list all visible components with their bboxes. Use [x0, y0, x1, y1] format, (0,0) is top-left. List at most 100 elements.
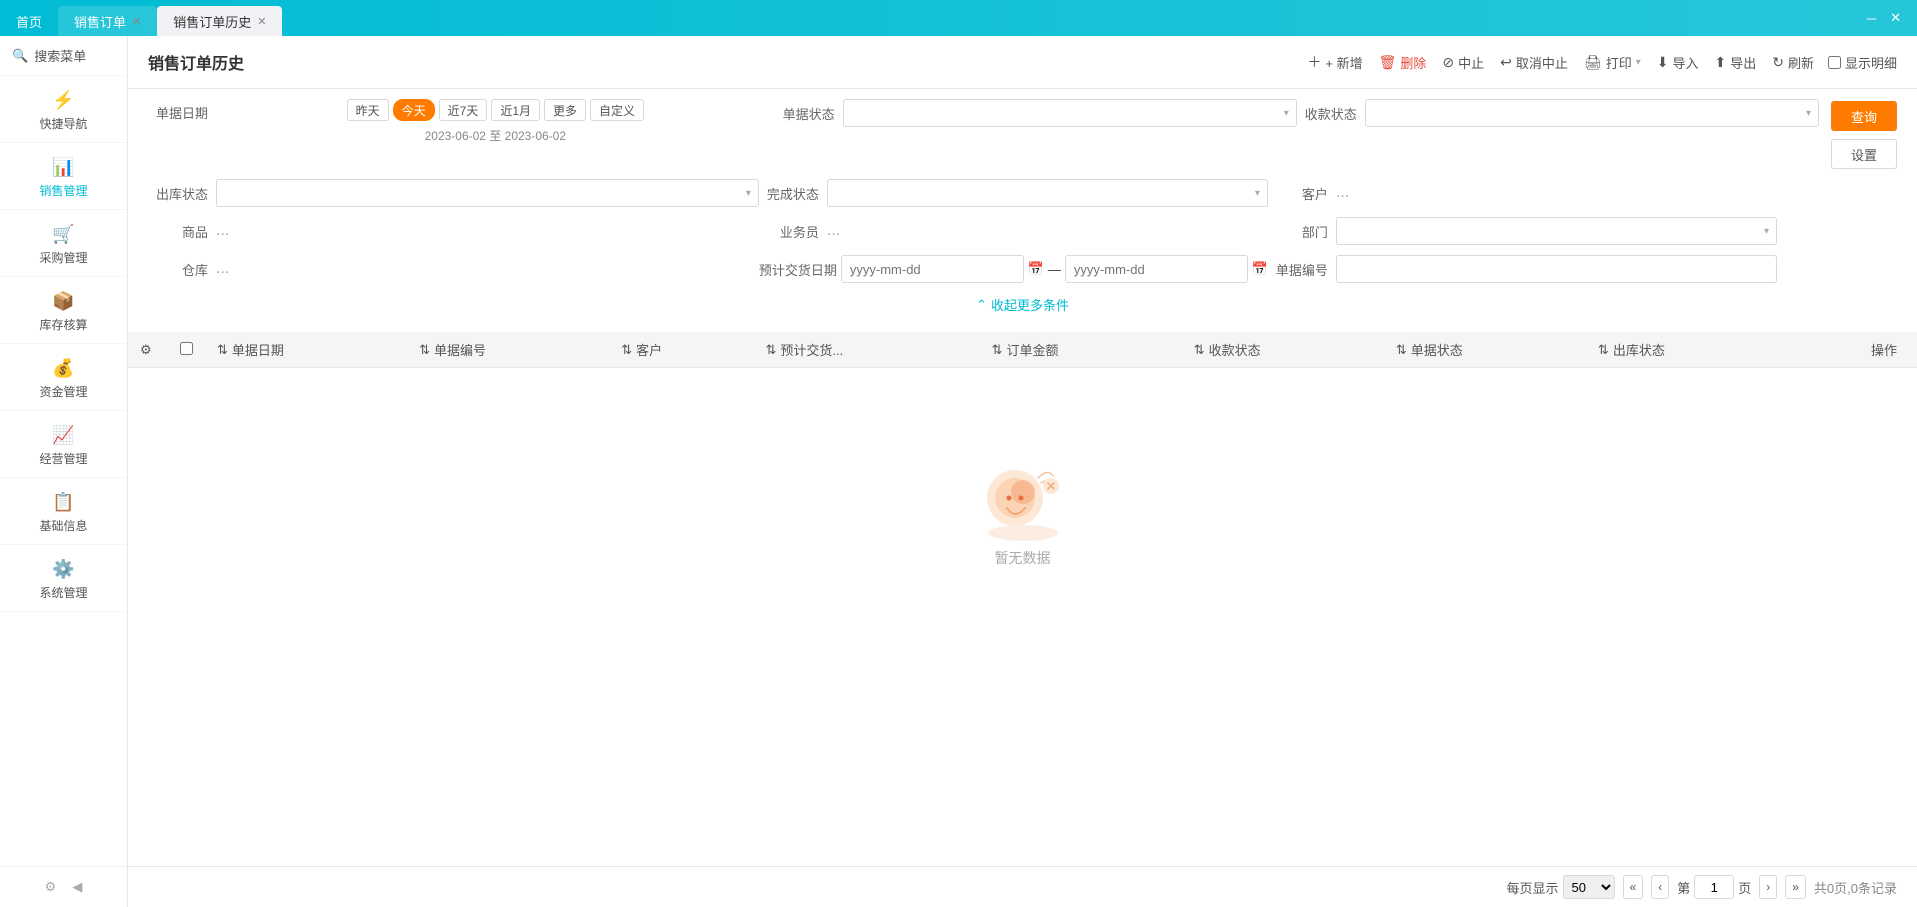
date-btn-7days[interactable]: 近7天: [439, 99, 488, 121]
sidebar-item-inventory-label: 库存核算: [39, 316, 87, 333]
refresh-label: 刷新: [1788, 53, 1814, 72]
page-input[interactable]: [1694, 875, 1734, 899]
page-unit: 页: [1738, 878, 1751, 897]
filter-outbound-item: 出库状态 ▾: [148, 179, 759, 207]
product-dots[interactable]: ...: [216, 222, 229, 240]
table-header-row: ⚙ ⇅单据日期 ⇅单据编号 ⇅客户 ⇅预计交货... ⇅订单金额 ⇅收款状态 ⇅…: [128, 332, 1917, 368]
sidebar-item-operations-label: 经营管理: [39, 450, 87, 467]
prev-page-btn[interactable]: ‹: [1651, 875, 1669, 899]
doc-status-select[interactable]: [843, 99, 1297, 127]
th-checkbox[interactable]: [168, 332, 205, 368]
sidebar-item-base-info[interactable]: 📋 基础信息: [0, 478, 127, 545]
sidebar-item-quick-nav[interactable]: ⚡ 快捷导航: [0, 76, 127, 143]
top-right-area: － ✕: [1865, 9, 1917, 28]
tab-sales-order-history[interactable]: 销售订单历史 ✕: [157, 6, 282, 36]
th-delivery-sort-icon[interactable]: ⇅: [765, 342, 776, 358]
th-amount-sort-icon[interactable]: ⇅: [992, 342, 1003, 358]
display-toggle[interactable]: 显示明细: [1828, 53, 1897, 72]
inventory-icon: 📦: [52, 291, 74, 312]
th-doc-status-sort-icon[interactable]: ⇅: [1396, 342, 1407, 358]
sidebar-item-sales-mgmt[interactable]: 📊 销售管理: [0, 143, 127, 210]
first-page-btn[interactable]: «: [1623, 875, 1644, 899]
salesperson-label: 业务员: [759, 222, 819, 241]
refresh-btn[interactable]: ↻ 刷新: [1770, 49, 1816, 76]
date-btn-custom[interactable]: 自定义: [590, 99, 644, 121]
operations-icon: 📈: [52, 425, 74, 446]
sidebar-collapse-icon[interactable]: ◀: [72, 879, 82, 895]
completion-select-wrapper: ▾: [827, 179, 1268, 207]
warehouse-dots[interactable]: ...: [216, 260, 229, 278]
sidebar-bottom: ⚙ ◀: [0, 866, 127, 907]
display-toggle-checkbox[interactable]: [1828, 56, 1841, 69]
refresh-icon: ↻: [1772, 54, 1784, 71]
tab-home[interactable]: 首页: [0, 6, 58, 36]
collapse-conditions-btn[interactable]: ⌃ 收起更多条件: [976, 293, 1069, 314]
window-close-btn[interactable]: ✕: [1890, 10, 1901, 26]
th-date-sort-icon[interactable]: ⇅: [217, 342, 228, 358]
customer-dots[interactable]: ...: [1336, 184, 1349, 202]
delivery-date-end-input[interactable]: [1065, 255, 1248, 283]
date-btn-1month[interactable]: 近1月: [491, 99, 540, 121]
tab-sales-order[interactable]: 销售订单 ✕: [58, 6, 157, 36]
warehouse-control: ...: [216, 260, 759, 278]
tab-sales-order-close[interactable]: ✕: [132, 15, 141, 28]
page-header: 销售订单历史 ＋ + 新增 🗑 删除 ⊘ 中止 ↩ 取消中止: [128, 36, 1917, 89]
window-minimize-btn[interactable]: －: [1865, 9, 1878, 28]
select-all-checkbox[interactable]: [180, 342, 193, 355]
th-customer-sort-icon[interactable]: ⇅: [621, 342, 632, 358]
cancel-stop-btn[interactable]: ↩ 取消中止: [1498, 49, 1570, 76]
doc-number-input[interactable]: [1336, 255, 1777, 283]
date-btn-today[interactable]: 今天: [393, 99, 435, 121]
date-btn-more[interactable]: 更多: [544, 99, 586, 121]
print-btn[interactable]: 🖨 打印 ▾: [1582, 49, 1643, 76]
doc-status-label: 单据状态: [775, 104, 835, 123]
receipt-status-select[interactable]: [1365, 99, 1819, 127]
finance-icon: 💰: [52, 358, 74, 379]
filter-warehouse-item: 仓库 ...: [148, 255, 759, 283]
filter-row-4: 仓库 ... 预计交货日期 📅 — 📅 单据编号: [148, 255, 1897, 283]
chevron-up-icon: ⌃: [976, 297, 987, 313]
date-btn-yesterday[interactable]: 昨天: [347, 99, 389, 121]
sidebar-item-inventory[interactable]: 📦 库存核算: [0, 277, 127, 344]
delivery-date-start-input[interactable]: [841, 255, 1024, 283]
per-page-item: 每页显示 50 20 100: [1507, 875, 1615, 899]
customer-control: ...: [1336, 184, 1777, 202]
dept-label: 部门: [1268, 222, 1328, 241]
outbound-select[interactable]: [216, 179, 759, 207]
tab-sales-order-history-close[interactable]: ✕: [257, 15, 266, 28]
sidebar-settings-icon[interactable]: ⚙: [45, 879, 57, 895]
th-outbound-sort-icon[interactable]: ⇅: [1598, 342, 1609, 358]
new-btn[interactable]: ＋ + 新增: [1305, 48, 1364, 76]
stop-btn[interactable]: ⊘ 中止: [1440, 49, 1486, 76]
sidebar-item-sys-mgmt[interactable]: ⚙️ 系统管理: [0, 545, 127, 612]
completion-select[interactable]: [827, 179, 1268, 207]
date-btn-group: 昨天 今天 近7天 近1月 更多 自定义: [347, 99, 644, 121]
dept-select[interactable]: [1336, 217, 1777, 245]
warehouse-label: 仓库: [148, 260, 208, 279]
new-label: + 新增: [1325, 53, 1362, 72]
salesperson-dots[interactable]: ...: [827, 222, 840, 240]
th-outbound-status: ⇅出库状态: [1586, 332, 1788, 368]
th-delivery-date: ⇅预计交货...: [753, 332, 979, 368]
import-btn[interactable]: ⬇ 导入: [1655, 49, 1701, 76]
export-btn[interactable]: ⬆ 导出: [1712, 49, 1758, 76]
date-filter-label: 单据日期: [148, 99, 208, 122]
delete-btn[interactable]: 🗑 删除: [1377, 49, 1429, 76]
settings-button[interactable]: 设置: [1831, 139, 1897, 169]
sidebar-item-purchase-mgmt[interactable]: 🛒 采购管理: [0, 210, 127, 277]
last-page-btn[interactable]: »: [1785, 875, 1806, 899]
page-label: 第: [1677, 878, 1690, 897]
th-receipt-sort-icon[interactable]: ⇅: [1194, 342, 1205, 358]
query-button[interactable]: 查询: [1831, 101, 1897, 131]
new-icon: ＋: [1307, 52, 1321, 72]
sidebar-item-finance[interactable]: 💰 资金管理: [0, 344, 127, 411]
print-label: 打印: [1606, 53, 1632, 72]
th-settings[interactable]: ⚙: [128, 332, 168, 368]
th-receipt-status: ⇅收款状态: [1182, 332, 1384, 368]
per-page-select[interactable]: 50 20 100: [1563, 875, 1615, 899]
sidebar-item-operations[interactable]: 📈 经营管理: [0, 411, 127, 478]
sidebar-search[interactable]: 🔍 搜索菜单: [0, 36, 127, 76]
filter-doc-status-item: 单据状态 ▾: [775, 99, 1297, 127]
next-page-btn[interactable]: ›: [1759, 875, 1777, 899]
th-doc-no-sort-icon[interactable]: ⇅: [419, 342, 430, 358]
